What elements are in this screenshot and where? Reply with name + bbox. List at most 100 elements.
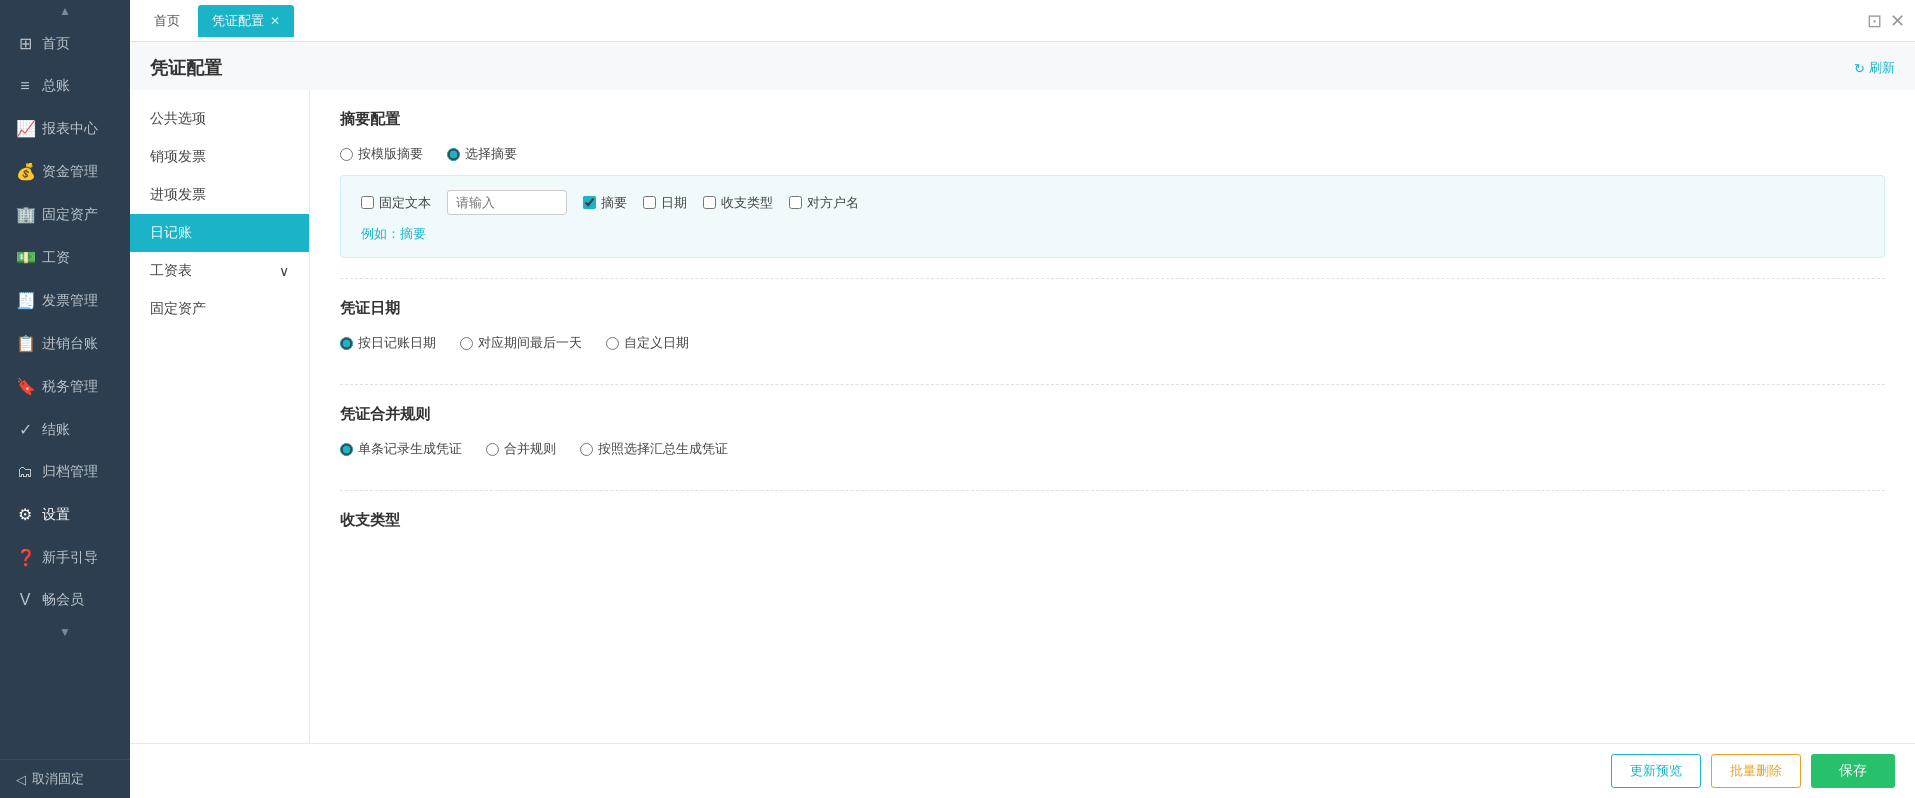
sidebar-item-home[interactable]: ⊞ 首页 — [0, 22, 130, 65]
checkbox-date[interactable] — [643, 196, 656, 209]
income-type-title: 收支类型 — [340, 511, 1885, 530]
body-layout: 公共选项 销项发票 进项发票 日记账 工资表 ∨ 固定资产 摘要配置 — [130, 90, 1915, 743]
radio-aggregate[interactable]: 按照选择汇总生成凭证 — [580, 440, 728, 458]
radio-aggregate-input[interactable] — [580, 443, 593, 456]
left-nav-purchase-invoice[interactable]: 进项发票 — [130, 176, 309, 214]
radio-journal-date-input[interactable] — [340, 337, 353, 350]
merge-rules-radio-group: 单条记录生成凭证 合并规则 按照选择汇总生成凭证 — [340, 440, 1885, 458]
close-window-icon[interactable]: ✕ — [1890, 10, 1905, 32]
radio-single-record-input[interactable] — [340, 443, 353, 456]
ledger-icon: ≡ — [16, 77, 34, 95]
refresh-icon: ↻ — [1854, 61, 1865, 76]
funds-icon: 💰 — [16, 162, 34, 181]
invoice-icon: 🧾 — [16, 291, 34, 310]
sidebar-item-salary[interactable]: 💵 工资 — [0, 236, 130, 279]
left-nav-journal[interactable]: 日记账 — [130, 214, 309, 252]
left-nav: 公共选项 销项发票 进项发票 日记账 工资表 ∨ 固定资产 — [130, 90, 310, 743]
settings-icon: ⚙ — [16, 505, 34, 524]
checkbox-income-type[interactable] — [703, 196, 716, 209]
main-area: 首页 凭证配置 ✕ ⊡ ✕ 凭证配置 ↻ 刷新 公共选项 销项发票 进 — [130, 0, 1915, 798]
sidebar-item-checkout[interactable]: ✓ 结账 — [0, 408, 130, 451]
sidebar-item-settings[interactable]: ⚙ 设置 — [0, 493, 130, 536]
checkbox-income-type-label[interactable]: 收支类型 — [703, 194, 773, 212]
radio-select-summary[interactable]: 选择摘要 — [447, 145, 517, 163]
checkbox-summary[interactable] — [583, 196, 596, 209]
sidebar-item-ledger[interactable]: ≡ 总账 — [0, 65, 130, 107]
sidebar-item-assets[interactable]: 🏢 固定资产 — [0, 193, 130, 236]
checkbox-counterparty-label[interactable]: 对方户名 — [789, 194, 859, 212]
income-type-section: 收支类型 — [340, 511, 1885, 566]
sidebar-scroll-up[interactable]: ▲ — [0, 0, 130, 22]
checkbox-date-label[interactable]: 日期 — [643, 194, 687, 212]
checkout-icon: ✓ — [16, 420, 34, 439]
summary-config-title: 摘要配置 — [340, 110, 1885, 129]
sidebar-scroll-down[interactable]: ▼ — [0, 621, 130, 643]
sidebar-item-guide[interactable]: ❓ 新手引导 — [0, 536, 130, 579]
voucher-date-radio-group: 按日记账日期 对应期间最后一天 自定义日期 — [340, 334, 1885, 352]
checkbox-summary-label[interactable]: 摘要 — [583, 194, 627, 212]
assets-icon: 🏢 — [16, 205, 34, 224]
cancel-pin-button[interactable]: ◁ 取消固定 — [0, 759, 130, 798]
radio-select-summary-input[interactable] — [447, 148, 460, 161]
tab-bar-right-controls: ⊡ ✕ — [1867, 10, 1905, 32]
tax-icon: 🔖 — [16, 377, 34, 396]
sidebar-item-reports[interactable]: 📈 报表中心 — [0, 107, 130, 150]
left-nav-fixed-assets[interactable]: 固定资产 — [130, 290, 309, 328]
voucher-date-title: 凭证日期 — [340, 299, 1885, 318]
radio-custom-date-input[interactable] — [606, 337, 619, 350]
sidebar-item-purchase-sales[interactable]: 📋 进销台账 — [0, 322, 130, 365]
update-preview-button[interactable]: 更新预览 — [1611, 754, 1701, 788]
fixed-text-input[interactable] — [447, 190, 567, 215]
radio-custom-date[interactable]: 自定义日期 — [606, 334, 689, 352]
sidebar: ▲ ⊞ 首页 ≡ 总账 📈 报表中心 💰 资金管理 🏢 固定资产 💵 工资 🧾 … — [0, 0, 130, 798]
refresh-button[interactable]: ↻ 刷新 — [1854, 59, 1895, 77]
right-content: 摘要配置 按模版摘要 选择摘要 固定文本 — [310, 90, 1915, 743]
member-icon: V — [16, 591, 34, 609]
radio-template-summary-input[interactable] — [340, 148, 353, 161]
save-button[interactable]: 保存 — [1811, 754, 1895, 788]
radio-journal-date[interactable]: 按日记账日期 — [340, 334, 436, 352]
summary-radio-group: 按模版摘要 选择摘要 — [340, 145, 1885, 163]
sidebar-item-member[interactable]: V 畅会员 — [0, 579, 130, 621]
tab-bar: 首页 凭证配置 ✕ ⊡ ✕ — [130, 0, 1915, 42]
archive-icon: 🗂 — [16, 463, 34, 481]
salary-icon: 💵 — [16, 248, 34, 267]
sidebar-item-invoice[interactable]: 🧾 发票管理 — [0, 279, 130, 322]
sidebar-item-funds[interactable]: 💰 资金管理 — [0, 150, 130, 193]
sidebar-item-archive[interactable]: 🗂 归档管理 — [0, 451, 130, 493]
radio-merge-rule-input[interactable] — [486, 443, 499, 456]
checkbox-fixed-text-label[interactable]: 固定文本 — [361, 194, 431, 212]
summary-config-section: 摘要配置 按模版摘要 选择摘要 固定文本 — [340, 110, 1885, 279]
page-title: 凭证配置 — [150, 56, 222, 80]
merge-rules-section: 凭证合并规则 单条记录生成凭证 合并规则 按照选择汇总生成凭证 — [340, 405, 1885, 491]
merge-rules-title: 凭证合并规则 — [340, 405, 1885, 424]
summary-options-box: 固定文本 摘要 日期 收支类型 — [340, 175, 1885, 258]
reports-icon: 📈 — [16, 119, 34, 138]
sidebar-item-tax[interactable]: 🔖 税务管理 — [0, 365, 130, 408]
guide-icon: ❓ — [16, 548, 34, 567]
batch-delete-button[interactable]: 批量删除 — [1711, 754, 1801, 788]
left-nav-sales-invoice[interactable]: 销项发票 — [130, 138, 309, 176]
tab-voucher-config[interactable]: 凭证配置 ✕ — [198, 5, 294, 37]
page-header: 凭证配置 ↻ 刷新 — [130, 42, 1915, 90]
tab-home[interactable]: 首页 — [140, 5, 194, 37]
radio-period-last-day[interactable]: 对应期间最后一天 — [460, 334, 582, 352]
purchase-sales-icon: 📋 — [16, 334, 34, 353]
radio-merge-rule[interactable]: 合并规则 — [486, 440, 556, 458]
home-icon: ⊞ — [16, 34, 34, 53]
bottom-bar: 更新预览 批量删除 保存 — [130, 743, 1915, 798]
pin-icon: ◁ — [16, 772, 26, 787]
chevron-down-icon: ∨ — [279, 263, 289, 279]
left-nav-public-options[interactable]: 公共选项 — [130, 100, 309, 138]
radio-template-summary[interactable]: 按模版摘要 — [340, 145, 423, 163]
left-nav-payroll[interactable]: 工资表 ∨ — [130, 252, 309, 290]
summary-checkboxes: 固定文本 摘要 日期 收支类型 — [361, 190, 1864, 215]
checkbox-counterparty[interactable] — [789, 196, 802, 209]
checkbox-fixed-text[interactable] — [361, 196, 374, 209]
restore-window-icon[interactable]: ⊡ — [1867, 10, 1882, 32]
radio-single-record[interactable]: 单条记录生成凭证 — [340, 440, 462, 458]
voucher-date-section: 凭证日期 按日记账日期 对应期间最后一天 自定义日期 — [340, 299, 1885, 385]
summary-example-text: 例如：摘要 — [361, 225, 1864, 243]
close-tab-icon[interactable]: ✕ — [270, 14, 280, 28]
radio-period-last-day-input[interactable] — [460, 337, 473, 350]
